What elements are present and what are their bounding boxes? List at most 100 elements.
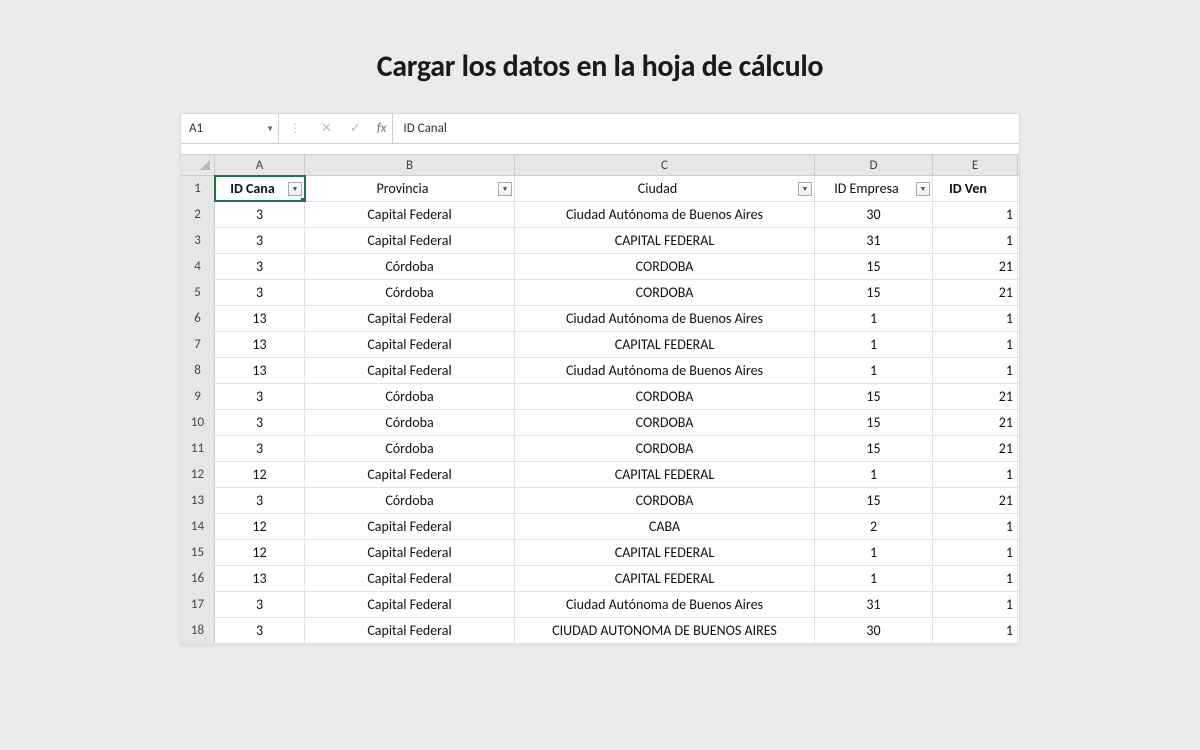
column-header-B[interactable]: B xyxy=(305,155,515,175)
cell[interactable]: Ciudad Autónoma de Buenos Aires xyxy=(515,306,815,331)
cell[interactable]: 12 xyxy=(215,514,305,539)
cell[interactable]: 1 xyxy=(933,202,1018,227)
cell-E1[interactable]: ID Ven xyxy=(933,176,1018,201)
cell[interactable]: Capital Federal xyxy=(305,592,515,617)
row-header[interactable]: 9 xyxy=(181,384,215,409)
cell[interactable]: CORDOBA xyxy=(515,410,815,435)
cell[interactable]: 21 xyxy=(933,254,1018,279)
cell[interactable]: 15 xyxy=(815,254,933,279)
cell[interactable]: 15 xyxy=(815,410,933,435)
cell[interactable]: CAPITAL FEDERAL xyxy=(515,332,815,357)
cell[interactable]: 15 xyxy=(815,280,933,305)
cell[interactable]: 13 xyxy=(215,306,305,331)
cell[interactable]: 1 xyxy=(933,540,1018,565)
formula-input[interactable]: ID Canal xyxy=(393,114,1019,143)
cell[interactable]: Capital Federal xyxy=(305,618,515,643)
column-header-D[interactable]: D xyxy=(815,155,933,175)
cell[interactable]: 13 xyxy=(215,566,305,591)
column-header-C[interactable]: C xyxy=(515,155,815,175)
confirm-formula-button[interactable]: ✓ xyxy=(348,121,363,136)
cell[interactable]: Capital Federal xyxy=(305,306,515,331)
drag-handle-icon[interactable]: ⋮ xyxy=(285,121,305,136)
cell[interactable]: 3 xyxy=(215,280,305,305)
cell[interactable]: 13 xyxy=(215,332,305,357)
filter-button-D[interactable]: ▼ xyxy=(916,182,930,196)
cell[interactable]: 3 xyxy=(215,436,305,461)
cell[interactable]: CAPITAL FEDERAL xyxy=(515,228,815,253)
cell[interactable]: Córdoba xyxy=(305,436,515,461)
cell[interactable]: 1 xyxy=(933,332,1018,357)
cell[interactable]: 30 xyxy=(815,202,933,227)
row-header[interactable]: 3 xyxy=(181,228,215,253)
cell[interactable]: 1 xyxy=(815,566,933,591)
row-header[interactable]: 13 xyxy=(181,488,215,513)
filter-button-B[interactable]: ▼ xyxy=(498,182,512,196)
row-header[interactable]: 8 xyxy=(181,358,215,383)
cell[interactable]: 3 xyxy=(215,488,305,513)
cell[interactable]: 3 xyxy=(215,202,305,227)
cell[interactable]: 1 xyxy=(933,462,1018,487)
column-header-E[interactable]: E xyxy=(933,155,1018,175)
cell[interactable]: 31 xyxy=(815,592,933,617)
row-header[interactable]: 10 xyxy=(181,410,215,435)
cell-A1[interactable]: ID Cana ▼ xyxy=(215,176,305,201)
cell[interactable]: Capital Federal xyxy=(305,566,515,591)
cell[interactable]: Ciudad Autónoma de Buenos Aires xyxy=(515,358,815,383)
cell[interactable]: Córdoba xyxy=(305,384,515,409)
cell[interactable]: 3 xyxy=(215,384,305,409)
cell[interactable]: Capital Federal xyxy=(305,358,515,383)
cell[interactable]: 1 xyxy=(933,566,1018,591)
cell[interactable]: 21 xyxy=(933,488,1018,513)
cell[interactable]: CAPITAL FEDERAL xyxy=(515,566,815,591)
cell[interactable]: CAPITAL FEDERAL xyxy=(515,540,815,565)
row-header-1[interactable]: 1 xyxy=(181,176,215,201)
cell[interactable]: 2 xyxy=(815,514,933,539)
cell[interactable]: Capital Federal xyxy=(305,202,515,227)
cell[interactable]: CORDOBA xyxy=(515,436,815,461)
cell-D1[interactable]: ID Empresa ▼ xyxy=(815,176,933,201)
cell[interactable]: 13 xyxy=(215,358,305,383)
cell[interactable]: 3 xyxy=(215,228,305,253)
cell[interactable]: Córdoba xyxy=(305,280,515,305)
cell[interactable]: 1 xyxy=(933,592,1018,617)
cell[interactable]: 15 xyxy=(815,384,933,409)
cell[interactable]: 21 xyxy=(933,280,1018,305)
row-header[interactable]: 11 xyxy=(181,436,215,461)
row-header[interactable]: 6 xyxy=(181,306,215,331)
cell[interactable]: 3 xyxy=(215,410,305,435)
chevron-down-icon[interactable]: ▼ xyxy=(266,124,274,134)
cell[interactable]: 3 xyxy=(215,254,305,279)
row-header[interactable]: 4 xyxy=(181,254,215,279)
cell[interactable]: CIUDAD AUTONOMA DE BUENOS AIRES xyxy=(515,618,815,643)
cell[interactable]: Córdoba xyxy=(305,254,515,279)
cell[interactable]: Capital Federal xyxy=(305,462,515,487)
insert-function-button[interactable]: fx xyxy=(377,121,387,136)
cell[interactable]: 1 xyxy=(815,332,933,357)
cell[interactable]: 1 xyxy=(815,306,933,331)
cell[interactable]: 30 xyxy=(815,618,933,643)
cancel-formula-button[interactable]: ✕ xyxy=(319,121,334,136)
cell[interactable]: Capital Federal xyxy=(305,540,515,565)
cell[interactable]: Córdoba xyxy=(305,488,515,513)
cell[interactable]: 1 xyxy=(815,358,933,383)
cell[interactable]: Ciudad Autónoma de Buenos Aires xyxy=(515,202,815,227)
cell[interactable]: 21 xyxy=(933,410,1018,435)
row-header[interactable]: 17 xyxy=(181,592,215,617)
cell[interactable]: 1 xyxy=(933,514,1018,539)
cell[interactable]: CAPITAL FEDERAL xyxy=(515,462,815,487)
row-header[interactable]: 14 xyxy=(181,514,215,539)
cell[interactable]: Córdoba xyxy=(305,410,515,435)
cell[interactable]: CORDOBA xyxy=(515,384,815,409)
cell[interactable]: 1 xyxy=(933,358,1018,383)
cell[interactable]: CORDOBA xyxy=(515,488,815,513)
filter-button-A[interactable]: ▼ xyxy=(288,182,302,196)
row-header[interactable]: 2 xyxy=(181,202,215,227)
cell[interactable]: 31 xyxy=(815,228,933,253)
cell[interactable]: CORDOBA xyxy=(515,280,815,305)
cell[interactable]: 12 xyxy=(215,540,305,565)
cell[interactable]: Capital Federal xyxy=(305,332,515,357)
cell[interactable]: Capital Federal xyxy=(305,514,515,539)
cell[interactable]: CABA xyxy=(515,514,815,539)
column-header-A[interactable]: A xyxy=(215,155,305,175)
cell[interactable]: CORDOBA xyxy=(515,254,815,279)
